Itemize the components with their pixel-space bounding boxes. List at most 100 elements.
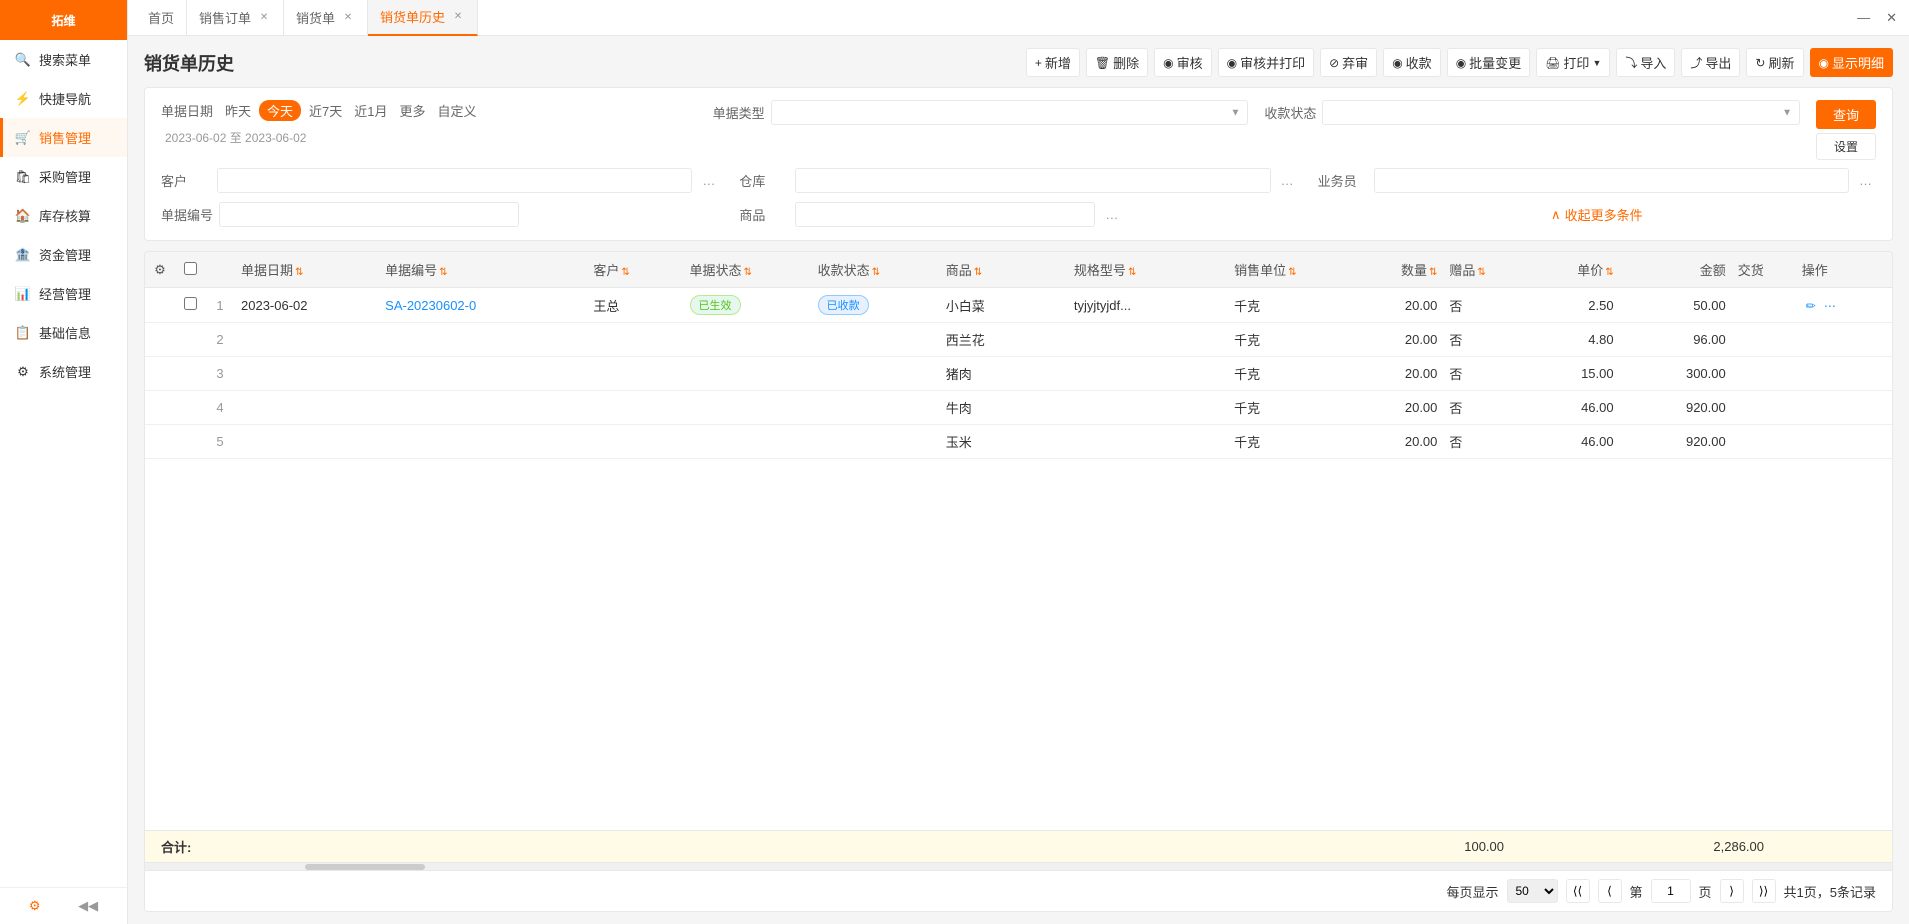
row-edit-button[interactable]: ✏	[1802, 299, 1820, 313]
row-checkbox-cell[interactable]	[175, 357, 205, 391]
delete-button[interactable]: 🗑 删除	[1086, 48, 1148, 77]
row-checkbox-cell[interactable]	[175, 323, 205, 357]
sidebar-collapse-icon[interactable]: ◀◀	[78, 898, 98, 914]
setting-button[interactable]: 设置	[1816, 133, 1876, 160]
tab-sales-order[interactable]: 销售订单 ✕	[187, 0, 284, 36]
row-customer-cell	[587, 425, 683, 459]
sidebar-item-quick-nav[interactable]: ⚡ 快捷导航	[0, 79, 127, 118]
collect-button[interactable]: ◉ 收款	[1383, 48, 1441, 77]
warehouse-ellipsis[interactable]: …	[1277, 173, 1298, 188]
collapse-button[interactable]: ∧ 收起更多条件	[1547, 201, 1647, 228]
gear-column-header[interactable]: ⚙	[145, 252, 175, 288]
unit-price-column-header[interactable]: 单价⇅	[1524, 252, 1620, 288]
sidebar-item-basic-info[interactable]: 📋 基础信息	[0, 313, 127, 352]
row-actions-cell	[1796, 323, 1892, 357]
staff-input[interactable]	[1374, 168, 1849, 193]
customer-ellipsis[interactable]: …	[698, 173, 719, 188]
goods-column-header[interactable]: 商品⇅	[940, 252, 1068, 288]
tab-close-sales-order[interactable]: ✕	[257, 11, 271, 25]
audit-print-button[interactable]: ◉ 审核并打印	[1218, 48, 1315, 77]
goods-input[interactable]	[795, 202, 1095, 227]
checkbox-column-header[interactable]	[175, 252, 205, 288]
tab-close-sales-history[interactable]: ✕	[451, 10, 465, 24]
sidebar-item-sales-mgmt[interactable]: 🛒 销售管理	[0, 118, 127, 157]
payment-status-select[interactable]	[1322, 100, 1800, 125]
export-button[interactable]: ⤴ 导出	[1681, 48, 1740, 77]
discard-icon: ⊘	[1329, 56, 1339, 70]
show-detail-button[interactable]: ◉ 显示明细	[1810, 48, 1894, 77]
sidebar-item-inventory[interactable]: 🏠 库存核算	[0, 196, 127, 235]
doc-no-link[interactable]: SA-20230602-0	[385, 298, 476, 313]
add-button[interactable]: + 新增	[1026, 48, 1080, 77]
tab-home[interactable]: 首页	[136, 0, 187, 36]
tab-sales-history[interactable]: 销货单历史 ✕	[368, 0, 478, 36]
shortcut-today[interactable]: 今天	[259, 100, 301, 121]
row-transaction-cell	[1732, 357, 1796, 391]
shortcut-1month[interactable]: 近1月	[350, 100, 391, 121]
doc-no-column-header[interactable]: 单据编号⇅	[379, 252, 587, 288]
row-checkbox-cell[interactable]	[175, 288, 205, 323]
shortcut-yesterday[interactable]: 昨天	[221, 100, 255, 121]
goods-ellipsis[interactable]: …	[1101, 207, 1122, 222]
sidebar-item-search-menu[interactable]: 🔍 搜索菜单	[0, 40, 127, 79]
row-checkbox[interactable]	[184, 297, 197, 310]
doc-type-label: 单据类型	[713, 103, 765, 122]
row-payment-status-cell	[812, 357, 940, 391]
discard-button[interactable]: ⊘ 弃审	[1320, 48, 1377, 77]
customer-input[interactable]	[217, 168, 692, 193]
qty-sort-icon: ⇅	[1429, 267, 1437, 278]
sidebar-item-purchase-mgmt[interactable]: 🛍 采购管理	[0, 157, 127, 196]
date-column-header[interactable]: 单据日期⇅	[235, 252, 379, 288]
sidebar-settings-icon[interactable]: ⚙	[29, 898, 41, 914]
row-qty-cell: 20.00	[1347, 288, 1443, 323]
row-checkbox-cell[interactable]	[175, 391, 205, 425]
doc-type-select[interactable]	[771, 100, 1249, 125]
doc-status-column-header[interactable]: 单据状态⇅	[684, 252, 812, 288]
select-all-checkbox[interactable]	[184, 262, 197, 275]
page-number-input[interactable]	[1651, 879, 1691, 903]
audit-button[interactable]: ◉ 审核	[1154, 48, 1212, 77]
page-next-button[interactable]: ⟩	[1720, 879, 1744, 903]
qty-column-header[interactable]: 数量⇅	[1347, 252, 1443, 288]
window-minimize-icon[interactable]: —	[1853, 10, 1874, 25]
row-unit-price-cell: 46.00	[1524, 391, 1620, 425]
warehouse-input[interactable]	[795, 168, 1270, 193]
page-prev-button[interactable]: ⟨	[1598, 879, 1622, 903]
page-size-select[interactable]: 10 20 50 100	[1507, 879, 1558, 903]
shortcut-more[interactable]: 更多	[396, 100, 430, 121]
table-footer: 合计: 100.00 2,286.00	[145, 830, 1892, 862]
shortcut-custom[interactable]: 自定义	[434, 100, 481, 121]
row-doc-no-cell	[379, 357, 587, 391]
import-button[interactable]: ⤵ 导入	[1616, 48, 1675, 77]
row-qty-cell: 20.00	[1347, 323, 1443, 357]
row-more-button[interactable]: ⋯	[1820, 299, 1840, 313]
goods-sort-icon: ⇅	[974, 267, 982, 278]
page-last-button[interactable]: ⟩⟩	[1752, 879, 1776, 903]
customer-column-header[interactable]: 客户⇅	[587, 252, 683, 288]
staff-ellipsis[interactable]: …	[1855, 173, 1876, 188]
window-close-icon[interactable]: ✕	[1882, 10, 1901, 26]
doc-no-input[interactable]	[219, 202, 519, 227]
page-first-button[interactable]: ⟨⟨	[1566, 879, 1590, 903]
refresh-button[interactable]: ↻ 刷新	[1746, 48, 1803, 77]
tab-close-sales-goods[interactable]: ✕	[341, 11, 355, 25]
row-spec-cell	[1068, 391, 1228, 425]
payment-status-column-header[interactable]: 收款状态⇅	[812, 252, 940, 288]
gift-column-header[interactable]: 赠品⇅	[1443, 252, 1523, 288]
scrollbar-thumb[interactable]	[305, 864, 425, 870]
print-button[interactable]: 🖨 打印 ▼	[1536, 48, 1610, 77]
row-checkbox-cell[interactable]	[175, 425, 205, 459]
sidebar-item-finance[interactable]: 🏦 资金管理	[0, 235, 127, 274]
unit-column-header[interactable]: 销售单位⇅	[1228, 252, 1347, 288]
sidebar-item-operation[interactable]: 📊 经营管理	[0, 274, 127, 313]
export-icon: ⤴	[1690, 54, 1702, 71]
query-button[interactable]: 查询	[1816, 100, 1876, 129]
row-gift-cell: 否	[1443, 425, 1523, 459]
doc-type-select-wrapper: ▼	[771, 100, 1249, 125]
spec-column-header[interactable]: 规格型号⇅	[1068, 252, 1228, 288]
tab-sales-goods[interactable]: 销货单 ✕	[284, 0, 368, 36]
shortcut-7days[interactable]: 近7天	[305, 100, 346, 121]
horizontal-scrollbar[interactable]	[145, 862, 1892, 870]
sidebar-item-sys-mgmt[interactable]: ⚙ 系统管理	[0, 352, 127, 391]
batch-change-button[interactable]: ◉ 批量变更	[1447, 48, 1531, 77]
